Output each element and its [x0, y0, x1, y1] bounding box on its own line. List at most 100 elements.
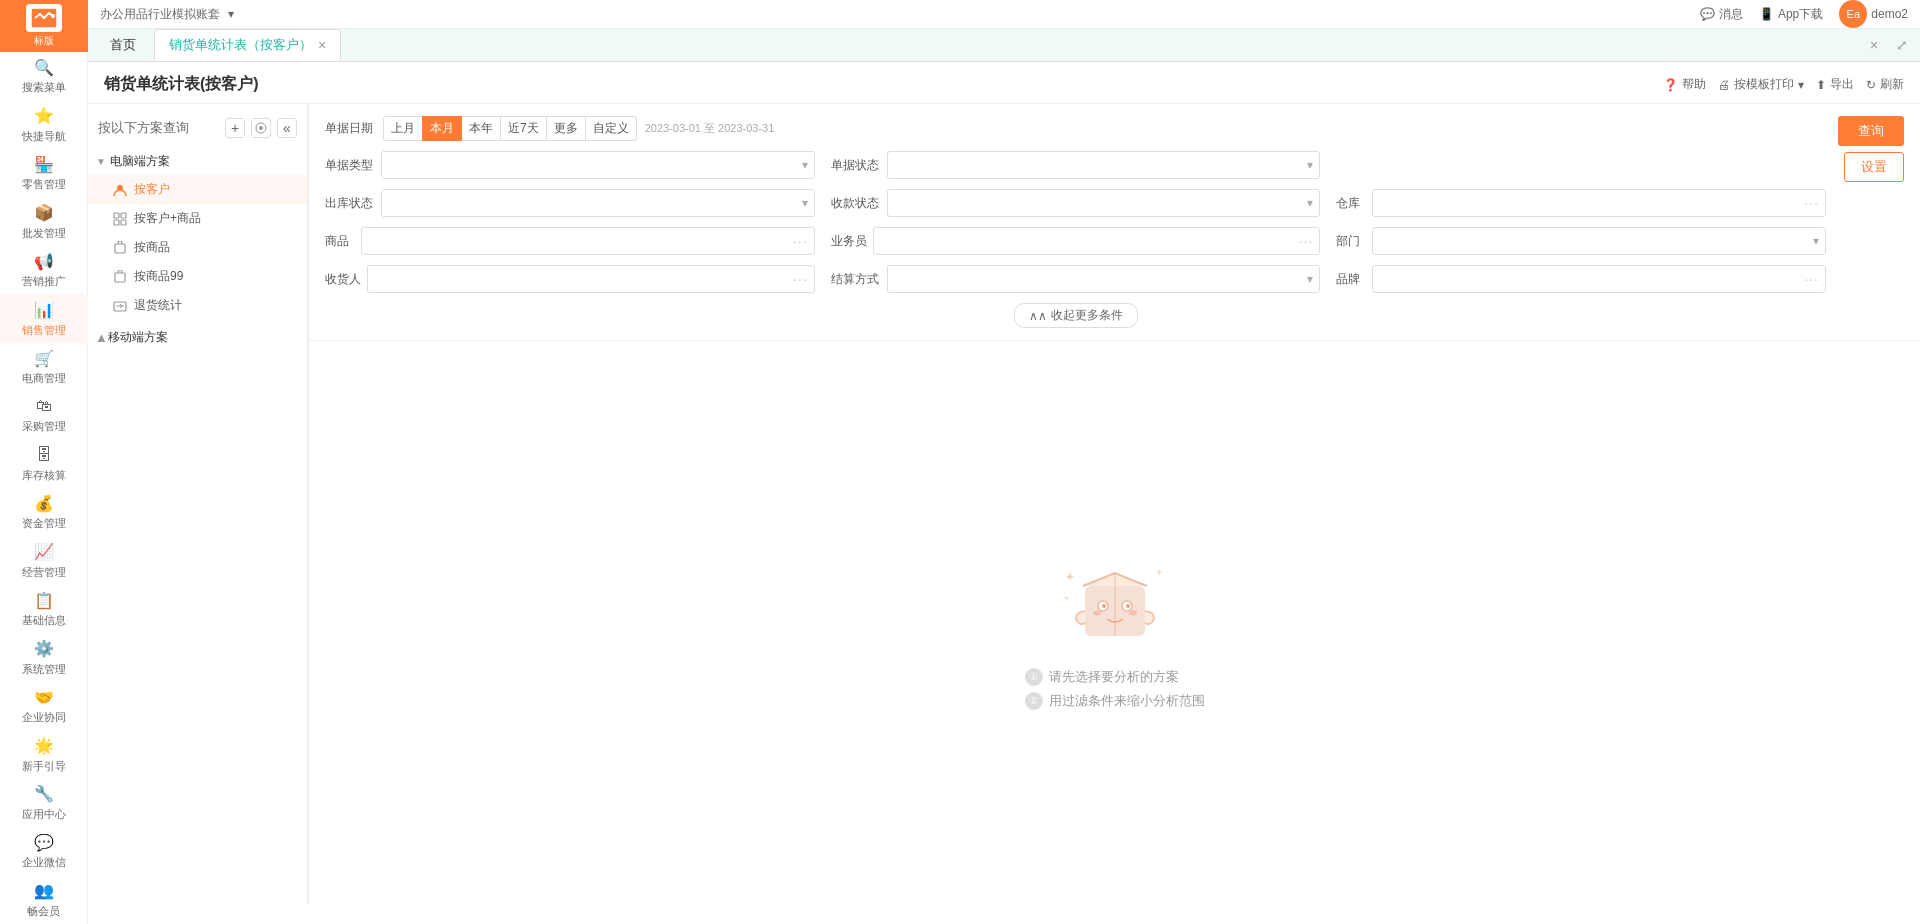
- sidebar-item-quicknav[interactable]: ⭐ 快捷导航: [0, 101, 88, 149]
- sidebar-item-label: 销售管理: [22, 323, 66, 338]
- app-download-btn[interactable]: 📱 App下载: [1759, 6, 1823, 23]
- messages-btn[interactable]: 💬 消息: [1700, 6, 1743, 23]
- sidebar-item-member[interactable]: 👥 畅会员: [0, 876, 88, 924]
- tip2-text: 用过滤条件来缩小分析范围: [1049, 692, 1205, 710]
- sidebar-item-basic[interactable]: 📋 基础信息: [0, 585, 88, 633]
- empty-state: ✦ ✦ ✦ ① 请先选择要分析的方案 ② 用过滤条件来缩小分析范围: [309, 341, 1920, 904]
- sidebar-item-sales[interactable]: 📊 销售管理: [0, 294, 88, 342]
- department-select[interactable]: ▾: [1372, 227, 1826, 255]
- tab-active[interactable]: 销货单统计表（按客户） ×: [154, 29, 341, 61]
- refresh-icon: ↻: [1866, 78, 1876, 92]
- content-layout: 按以下方案查询 + « ▼ 电脑端方案: [88, 104, 1920, 904]
- scheme-item-returns[interactable]: 退货统计: [88, 291, 307, 320]
- out-status-select[interactable]: ▾: [381, 189, 815, 217]
- salesperson-input[interactable]: ···: [873, 227, 1321, 255]
- window-close-btn[interactable]: ×: [1864, 35, 1884, 55]
- date-tab-custom[interactable]: 自定义: [586, 116, 637, 141]
- section-arrow-icon: ▼: [96, 156, 106, 167]
- scheme-item-customer[interactable]: 按客户: [88, 175, 307, 204]
- sidebar-item-system[interactable]: ⚙️ 系统管理: [0, 633, 88, 681]
- sidebar-item-wholesale[interactable]: 📦 批发管理: [0, 197, 88, 245]
- goods-input[interactable]: ···: [361, 227, 815, 255]
- sidebar-item-corp[interactable]: 🤝 企业协同: [0, 682, 88, 730]
- help-btn[interactable]: ❓ 帮助: [1663, 76, 1706, 93]
- page-title: 销货单统计表(按客户): [104, 74, 259, 95]
- scheme-edit-btn[interactable]: [251, 118, 271, 138]
- svg-rect-10: [115, 273, 125, 282]
- template-print-btn[interactable]: 🖨 按模板打印 ▾: [1718, 76, 1804, 93]
- scheme-section-mobile-title[interactable]: ▶ 移动端方案: [88, 324, 307, 351]
- sidebar-item-ops[interactable]: 📈 经营管理: [0, 537, 88, 585]
- tab-close-btn[interactable]: ×: [318, 38, 326, 52]
- quicknav-icon: ⭐: [34, 106, 54, 126]
- date-tab-thisyear[interactable]: 本年: [462, 116, 501, 141]
- sidebar-item-search[interactable]: 🔍 搜索菜单: [0, 52, 88, 100]
- receipt-status-select[interactable]: ▾: [887, 189, 1321, 217]
- sidebar-item-inventory[interactable]: 🗄 库存核算: [0, 440, 88, 488]
- breadcrumb-dropdown[interactable]: ▾: [228, 7, 234, 21]
- brand-label: 品牌: [1336, 271, 1366, 288]
- purchase-icon: 🛍: [34, 396, 54, 416]
- svg-point-3: [259, 126, 263, 130]
- date-tab-7days[interactable]: 近7天: [501, 116, 547, 141]
- scheme-add-btn[interactable]: +: [225, 118, 245, 138]
- filter-consignee: 收货人 ···: [325, 265, 815, 293]
- sidebar-item-newguide[interactable]: 🌟 新手引导: [0, 730, 88, 778]
- sidebar-item-ecom[interactable]: 🛒 电商管理: [0, 343, 88, 391]
- sidebar-item-purchase[interactable]: 🛍 采购管理: [0, 391, 88, 439]
- scheme-item-customer-goods[interactable]: 按客户+商品: [88, 204, 307, 233]
- scheme-section-mobile: ▶ 移动端方案: [88, 324, 307, 351]
- refresh-btn[interactable]: ↻ 刷新: [1866, 76, 1904, 93]
- filter-out-status: 出库状态 ▾: [325, 189, 815, 217]
- consignee-dots: ···: [793, 271, 808, 287]
- sidebar-item-marketing[interactable]: 📢 营销推广: [0, 246, 88, 294]
- scheme-item-goods[interactable]: 按商品: [88, 233, 307, 262]
- order-type-select[interactable]: ▾: [381, 151, 815, 179]
- department-label: 部门: [1336, 233, 1366, 250]
- filter-order-type: 单据类型 ▾: [325, 151, 815, 179]
- empty-illustration: ✦ ✦ ✦: [1045, 536, 1185, 656]
- tab-home[interactable]: 首页: [96, 30, 150, 60]
- setting-btn[interactable]: 设置: [1844, 152, 1904, 182]
- sidebar-item-appstore[interactable]: 🔧 应用中心: [0, 779, 88, 827]
- sidebar-item-retail[interactable]: 🏪 零售管理: [0, 149, 88, 197]
- svg-point-18: [1093, 610, 1101, 615]
- filter-grid: 单据日期 上月 本月 本年 近7天 更多 自定义 2023-03-01 至 20…: [325, 116, 1826, 328]
- sidebar-item-label: 营销推广: [22, 274, 66, 289]
- sidebar-item-label: 应用中心: [22, 807, 66, 822]
- wechat-icon: 💬: [34, 832, 54, 852]
- export-btn[interactable]: ⬆ 导出: [1816, 76, 1854, 93]
- scheme-item-label: 按客户+商品: [134, 210, 201, 227]
- scheme-collapse-btn[interactable]: «: [277, 118, 297, 138]
- window-maximize-btn[interactable]: ⤢: [1892, 35, 1912, 55]
- brand-input[interactable]: ···: [1372, 265, 1826, 293]
- scheme-goods99-icon: [112, 269, 128, 285]
- date-tab-more[interactable]: 更多: [547, 116, 586, 141]
- section-title-label: 移动端方案: [108, 329, 168, 346]
- sidebar-item-label: 企业协同: [22, 710, 66, 725]
- date-tab-lastmonth[interactable]: 上月: [383, 116, 422, 141]
- collapse-label: 收起更多条件: [1051, 307, 1123, 324]
- logo[interactable]: 标版: [0, 0, 88, 52]
- filter-salesperson: 业务员 ···: [831, 227, 1321, 255]
- sidebar-item-label: 电商管理: [22, 371, 66, 386]
- sidebar-item-wechat[interactable]: 💬 企业微信: [0, 827, 88, 875]
- collapse-btn[interactable]: ∧∧ 收起更多条件: [1014, 303, 1138, 328]
- date-tab-thismonth[interactable]: 本月: [422, 116, 462, 141]
- sidebar-item-finance[interactable]: 💰 资金管理: [0, 488, 88, 536]
- user-name: demo2: [1871, 7, 1908, 21]
- svg-rect-7: [114, 220, 119, 225]
- query-btn[interactable]: 查询: [1838, 116, 1904, 146]
- scheme-item-goods99[interactable]: 按商品99: [88, 262, 307, 291]
- settlement-select[interactable]: ▾: [887, 265, 1321, 293]
- scheme-section-desktop-title[interactable]: ▼ 电脑端方案: [88, 148, 307, 175]
- consignee-input[interactable]: ···: [367, 265, 815, 293]
- export-label: 导出: [1830, 76, 1854, 93]
- sidebar-item-label: 经营管理: [22, 565, 66, 580]
- user-area[interactable]: Ea demo2: [1839, 0, 1908, 28]
- order-status-select[interactable]: ▾: [887, 151, 1321, 179]
- warehouse-input[interactable]: ···: [1372, 189, 1826, 217]
- sidebar-item-label: 库存核算: [22, 468, 66, 483]
- out-status-label: 出库状态: [325, 195, 375, 212]
- filter-empty3: [1336, 151, 1826, 179]
